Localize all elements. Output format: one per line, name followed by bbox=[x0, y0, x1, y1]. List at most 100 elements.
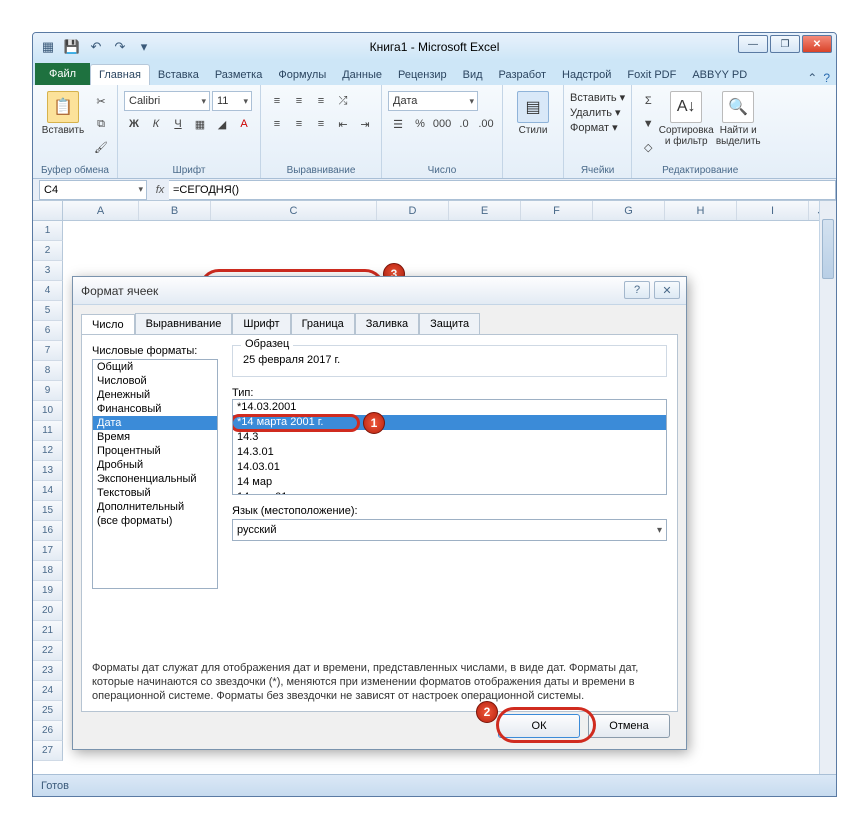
type-item[interactable]: 14.3.01 bbox=[233, 445, 666, 460]
row-header[interactable]: 17 bbox=[33, 541, 63, 561]
row-header[interactable]: 14 bbox=[33, 481, 63, 501]
close-button[interactable]: ✕ bbox=[802, 35, 832, 53]
row-header[interactable]: 18 bbox=[33, 561, 63, 581]
tab-foxit[interactable]: Foxit PDF bbox=[619, 65, 684, 85]
row-header[interactable]: 8 bbox=[33, 361, 63, 381]
font-size-combo[interactable]: 11 bbox=[212, 91, 252, 111]
align-center-icon[interactable]: ≡ bbox=[289, 114, 309, 134]
category-listbox[interactable]: ОбщийЧисловойДенежныйФинансовыйДатаВремя… bbox=[92, 359, 218, 589]
border-button[interactable]: ▦ bbox=[190, 114, 210, 134]
row-header[interactable]: 23 bbox=[33, 661, 63, 681]
category-item[interactable]: Время bbox=[93, 430, 217, 444]
align-bottom-icon[interactable]: ≡ bbox=[311, 91, 331, 111]
row-header[interactable]: 9 bbox=[33, 381, 63, 401]
col-header-I[interactable]: I bbox=[737, 201, 809, 220]
row-header[interactable]: 13 bbox=[33, 461, 63, 481]
dialog-tab-border[interactable]: Граница bbox=[291, 313, 355, 334]
sort-filter-button[interactable]: A↓Сортировка и фильтр bbox=[662, 91, 710, 147]
row-header[interactable]: 6 bbox=[33, 321, 63, 341]
row-header[interactable]: 25 bbox=[33, 701, 63, 721]
comma-icon[interactable]: 000 bbox=[432, 114, 452, 134]
scrollbar-thumb[interactable] bbox=[822, 219, 834, 279]
insert-cells-button[interactable]: Вставить ▾ bbox=[570, 91, 625, 104]
tab-abbyy[interactable]: ABBYY PD bbox=[684, 65, 755, 85]
row-header[interactable]: 12 bbox=[33, 441, 63, 461]
indent-inc-icon[interactable]: ⇥ bbox=[355, 114, 375, 134]
col-header-C[interactable]: C bbox=[211, 201, 377, 220]
styles-button[interactable]: ▤Стили bbox=[509, 91, 557, 136]
align-middle-icon[interactable]: ≡ bbox=[289, 91, 309, 111]
dialog-tab-number[interactable]: Число bbox=[81, 314, 135, 335]
row-header[interactable]: 11 bbox=[33, 421, 63, 441]
tab-developer[interactable]: Разработ bbox=[491, 65, 554, 85]
row-header[interactable]: 22 bbox=[33, 641, 63, 661]
align-top-icon[interactable]: ≡ bbox=[267, 91, 287, 111]
row-header[interactable]: 27 bbox=[33, 741, 63, 761]
tab-insert[interactable]: Вставка bbox=[150, 65, 207, 85]
row-header[interactable]: 2 bbox=[33, 241, 63, 261]
category-item[interactable]: Экспоненциальный bbox=[93, 472, 217, 486]
col-header-A[interactable]: A bbox=[63, 201, 139, 220]
font-name-combo[interactable]: Calibri bbox=[124, 91, 210, 111]
dialog-tab-protection[interactable]: Защита bbox=[419, 313, 480, 334]
col-header-G[interactable]: G bbox=[593, 201, 665, 220]
tab-data[interactable]: Данные bbox=[334, 65, 390, 85]
percent-icon[interactable]: % bbox=[410, 114, 430, 134]
row-header[interactable]: 3 bbox=[33, 261, 63, 281]
tab-review[interactable]: Рецензир bbox=[390, 65, 455, 85]
col-header-E[interactable]: E bbox=[449, 201, 521, 220]
underline-button[interactable]: Ч bbox=[168, 114, 188, 134]
name-box[interactable]: C4 bbox=[39, 180, 147, 200]
clear-icon[interactable]: ◇ bbox=[638, 137, 658, 157]
fill-icon[interactable]: ▼ bbox=[638, 114, 658, 134]
cancel-button[interactable]: Отмена bbox=[588, 714, 670, 738]
dialog-help-button[interactable]: ? bbox=[624, 281, 650, 299]
dec-decimal-icon[interactable]: .00 bbox=[476, 114, 496, 134]
col-header-H[interactable]: H bbox=[665, 201, 737, 220]
ribbon-minimize-icon[interactable]: ⌃ bbox=[807, 71, 817, 85]
redo-icon[interactable]: ↷ bbox=[109, 36, 131, 58]
col-header-B[interactable]: B bbox=[139, 201, 211, 220]
row-header[interactable]: 1 bbox=[33, 221, 63, 241]
align-left-icon[interactable]: ≡ bbox=[267, 114, 287, 134]
type-item[interactable]: 14 мар bbox=[233, 475, 666, 490]
row-header[interactable]: 15 bbox=[33, 501, 63, 521]
paste-button[interactable]: 📋 Вставить bbox=[39, 91, 87, 136]
category-item[interactable]: Процентный bbox=[93, 444, 217, 458]
col-header-F[interactable]: F bbox=[521, 201, 593, 220]
undo-icon[interactable]: ↶ bbox=[85, 36, 107, 58]
category-item[interactable]: Дата bbox=[93, 416, 217, 430]
tab-formulas[interactable]: Формулы bbox=[270, 65, 334, 85]
format-painter-icon[interactable]: 🖌 bbox=[91, 137, 111, 157]
category-item[interactable]: (все форматы) bbox=[93, 514, 217, 528]
tab-home[interactable]: Главная bbox=[90, 64, 150, 85]
fill-color-button[interactable]: ◢ bbox=[212, 114, 232, 134]
row-header[interactable]: 4 bbox=[33, 281, 63, 301]
bold-button[interactable]: Ж bbox=[124, 114, 144, 134]
tab-layout[interactable]: Разметка bbox=[207, 65, 271, 85]
help-icon[interactable]: ? bbox=[823, 71, 830, 85]
category-item[interactable]: Дополнительный bbox=[93, 500, 217, 514]
category-item[interactable]: Денежный bbox=[93, 388, 217, 402]
dialog-close-button[interactable]: ✕ bbox=[654, 281, 680, 299]
cut-icon[interactable]: ✂ bbox=[91, 91, 111, 111]
row-header[interactable]: 16 bbox=[33, 521, 63, 541]
type-item[interactable]: 14.3 bbox=[233, 430, 666, 445]
row-header[interactable]: 20 bbox=[33, 601, 63, 621]
dialog-titlebar[interactable]: Формат ячеек ? ✕ bbox=[73, 277, 686, 305]
indent-dec-icon[interactable]: ⇤ bbox=[333, 114, 353, 134]
orientation-icon[interactable]: ⤮ bbox=[333, 91, 353, 111]
dialog-tab-font[interactable]: Шрифт bbox=[232, 313, 290, 334]
italic-button[interactable]: К bbox=[146, 114, 166, 134]
format-cells-button[interactable]: Формат ▾ bbox=[570, 121, 625, 134]
align-right-icon[interactable]: ≡ bbox=[311, 114, 331, 134]
qat-dropdown-icon[interactable]: ▾ bbox=[133, 36, 155, 58]
row-header[interactable]: 5 bbox=[33, 301, 63, 321]
category-item[interactable]: Финансовый bbox=[93, 402, 217, 416]
type-item[interactable]: 14 мар 01 bbox=[233, 490, 666, 495]
row-header[interactable]: 10 bbox=[33, 401, 63, 421]
type-item[interactable]: *14.03.2001 bbox=[233, 400, 666, 415]
font-color-button[interactable]: A bbox=[234, 114, 254, 134]
language-combo[interactable]: русский bbox=[232, 519, 667, 541]
formula-input[interactable]: =СЕГОДНЯ() bbox=[169, 180, 836, 200]
